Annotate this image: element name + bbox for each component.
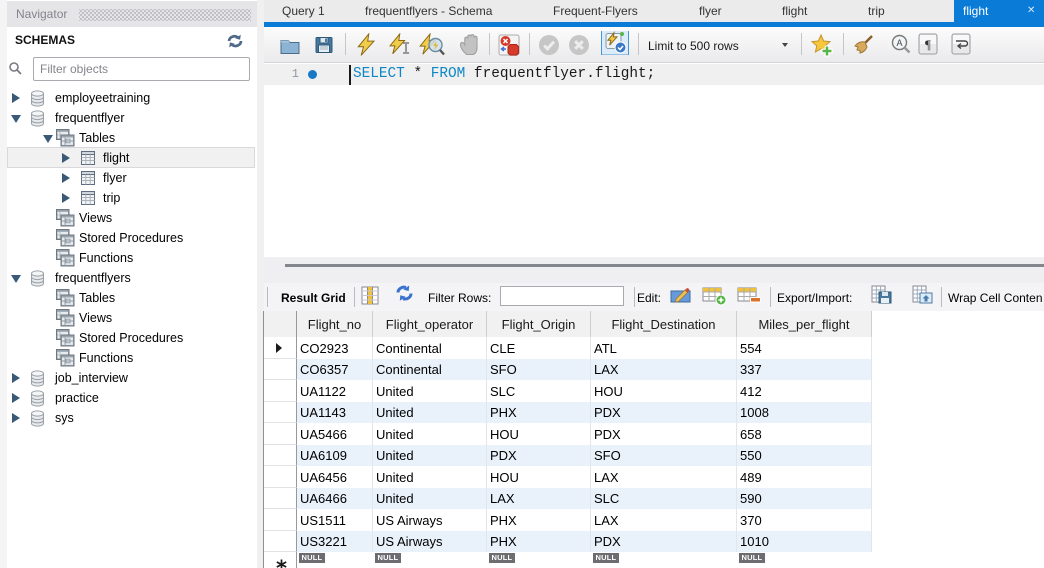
svg-text:A: A bbox=[896, 38, 902, 48]
svg-text:¶: ¶ bbox=[925, 37, 931, 52]
